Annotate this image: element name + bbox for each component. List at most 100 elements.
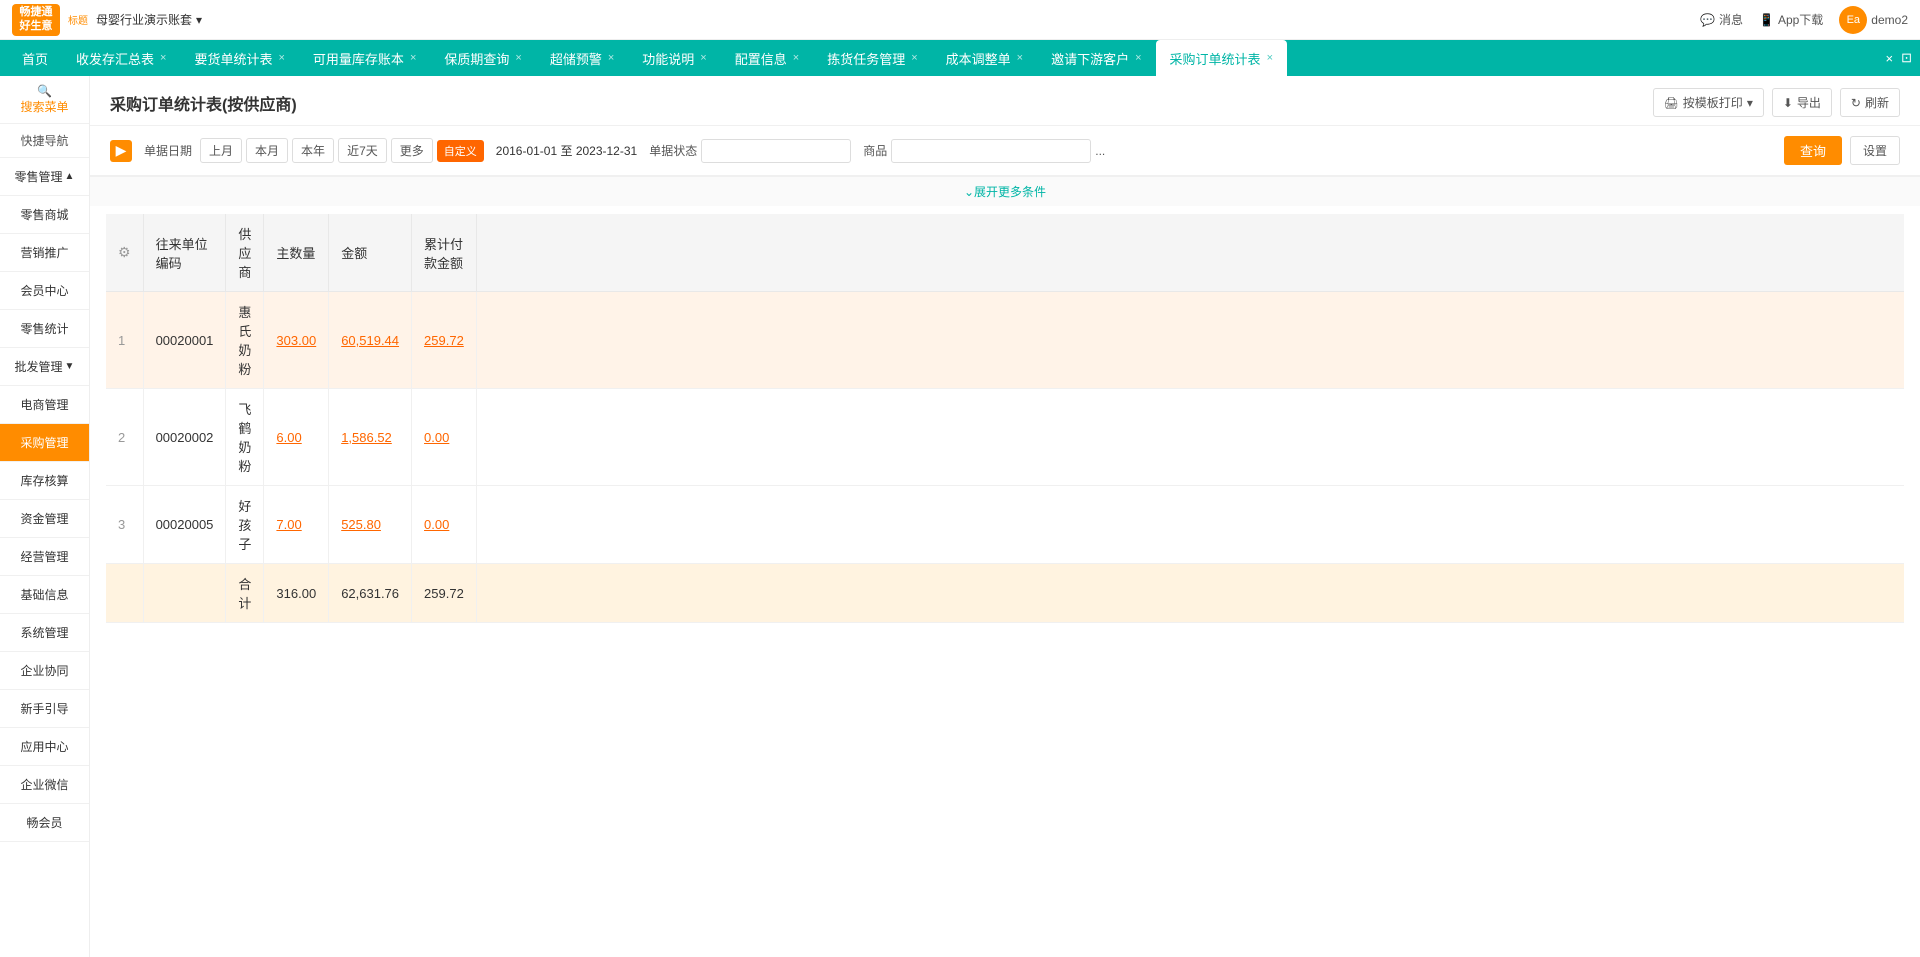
table-row[interactable]: 1 00020001 惠氏奶粉 303.00 60,519.44 259.72: [106, 292, 1904, 389]
tab-home[interactable]: 首页: [8, 40, 62, 76]
tab-close-inventory-book[interactable]: ×: [410, 52, 416, 64]
tab-overstock[interactable]: 超储预警 ×: [536, 40, 628, 76]
tab-inventory-book[interactable]: 可用量库存账本 ×: [299, 40, 430, 76]
tab-close-all-icon[interactable]: ×: [1886, 51, 1894, 66]
sidebar-item-ops-mgmt[interactable]: 经营管理: [0, 538, 89, 576]
btn-query[interactable]: 查询: [1784, 136, 1842, 165]
column-settings-icon[interactable]: ⚙: [118, 244, 131, 260]
date-btn-more[interactable]: 更多: [391, 138, 433, 163]
tab-close-pickup-task[interactable]: ×: [911, 52, 917, 64]
table-row[interactable]: 2 00020002 飞鹤奶粉 6.00 1,586.52 0.00: [106, 389, 1904, 486]
more-filter-btn[interactable]: ...: [1095, 144, 1105, 158]
td-num-1: 1: [106, 292, 143, 389]
sidebar-item-retail-stat[interactable]: 零售统计: [0, 310, 89, 348]
tab-config-info[interactable]: 配置信息 ×: [721, 40, 813, 76]
tab-pickup-task[interactable]: 拣货任务管理 ×: [813, 40, 931, 76]
message-btn[interactable]: 💬 消息: [1700, 11, 1743, 28]
amount-link-2[interactable]: 1,586.52: [341, 430, 392, 445]
workspace-name: 母婴行业演示账套: [96, 11, 192, 28]
sidebar-item-purchase-mgmt[interactable]: 采购管理: [0, 424, 89, 462]
sidebar-item-app-center[interactable]: 应用中心: [0, 728, 89, 766]
qty-link-2[interactable]: 6.00: [276, 430, 301, 445]
table-header-row: ⚙ 往来单位编码 供应商 主数量 金额 累计付款金额: [106, 214, 1904, 292]
expand-more-bar[interactable]: ⌄ 展开更多条件: [90, 176, 1920, 206]
sidebar-item-ecom-mgmt[interactable]: 电商管理: [0, 386, 89, 424]
sidebar-item-basic-info[interactable]: 基础信息: [0, 576, 89, 614]
user-avatar-area[interactable]: Ea demo2: [1839, 6, 1908, 34]
app-download-btn[interactable]: 📱 App下载: [1759, 11, 1823, 28]
tf-extra: [476, 564, 1904, 623]
tab-close-cost-adjust[interactable]: ×: [1017, 52, 1023, 64]
amount-link-1[interactable]: 60,519.44: [341, 333, 399, 348]
table-footer-row: 合计 316.00 62,631.76 259.72: [106, 564, 1904, 623]
goods-input[interactable]: [891, 139, 1091, 163]
table-row[interactable]: 3 00020005 好孩子 7.00 525.80 0.00: [106, 486, 1904, 564]
tab-order-stat[interactable]: 要货单统计表 ×: [180, 40, 298, 76]
btn-settings[interactable]: 设置: [1850, 136, 1900, 165]
sidebar-quick-nav[interactable]: 快捷导航: [0, 124, 89, 158]
tf-qty: 316.00: [264, 564, 329, 623]
sidebar-item-sys-mgmt[interactable]: 系统管理: [0, 614, 89, 652]
amount-link-3[interactable]: 525.80: [341, 517, 381, 532]
sidebar-search[interactable]: 🔍 搜索菜单: [0, 76, 89, 124]
tab-close-warranty[interactable]: ×: [515, 52, 521, 64]
sidebar-item-enterprise-wechat[interactable]: 企业微信: [0, 766, 89, 804]
tab-receive-send[interactable]: 收发存汇总表 ×: [62, 40, 180, 76]
btn-print[interactable]: 🖨 按模板打印 ▾: [1653, 88, 1764, 117]
sidebar-item-inventory-check[interactable]: 库存核算: [0, 462, 89, 500]
tab-close-purchase-stat[interactable]: ×: [1267, 52, 1273, 64]
tab-close-receive-send[interactable]: ×: [160, 52, 166, 64]
sidebar-item-vip-member[interactable]: 畅会员: [0, 804, 89, 842]
sidebar-item-wholesale-mgmt[interactable]: 批发管理 ▼: [0, 348, 89, 386]
date-custom-badge[interactable]: 自定义: [437, 140, 484, 162]
td-extra-1: [476, 292, 1904, 389]
workspace-selector[interactable]: 母婴行业演示账套 ▾: [96, 11, 202, 28]
tf-empty1: [106, 564, 143, 623]
filter-date-section: 单据日期 上月 本月 本年 近7天 更多 自定义: [144, 138, 484, 163]
paid-link-2[interactable]: 0.00: [424, 430, 449, 445]
tab-cost-adjust[interactable]: 成本调整单 ×: [932, 40, 1037, 76]
sidebar-item-member-center[interactable]: 会员中心: [0, 272, 89, 310]
tab-expand-icon[interactable]: ⊡: [1901, 50, 1912, 66]
tab-purchase-stat[interactable]: 采购订单统计表 ×: [1156, 40, 1287, 76]
td-supplier-2: 飞鹤奶粉: [226, 389, 264, 486]
btn-refresh[interactable]: ↻ 刷新: [1840, 88, 1900, 117]
date-btn-this-month[interactable]: 本月: [246, 138, 288, 163]
date-btn-this-year[interactable]: 本年: [292, 138, 334, 163]
paid-link-3[interactable]: 0.00: [424, 517, 449, 532]
tab-func-desc[interactable]: 功能说明 ×: [628, 40, 720, 76]
qty-link-3[interactable]: 7.00: [276, 517, 301, 532]
page: 采购订单统计表(按供应商) 🖨 按模板打印 ▾ ⬇ 导出 ↻ 刷新: [90, 76, 1920, 957]
status-select[interactable]: [701, 139, 851, 163]
date-btn-7days[interactable]: 近7天: [338, 138, 387, 163]
sidebar-item-retail-mgmt[interactable]: 零售管理 ▲: [0, 158, 89, 196]
td-paid-2: 0.00: [412, 389, 477, 486]
sidebar-item-enterprise-collab[interactable]: 企业协同: [0, 652, 89, 690]
sidebar-item-retail-mall[interactable]: 零售商城: [0, 196, 89, 234]
th-paid: 累计付款金额: [412, 214, 477, 292]
td-paid-1: 259.72: [412, 292, 477, 389]
paid-link-1[interactable]: 259.72: [424, 333, 464, 348]
expand-icon: ⌄: [964, 185, 974, 199]
date-btn-last-month[interactable]: 上月: [200, 138, 242, 163]
td-qty-2: 6.00: [264, 389, 329, 486]
tab-close-overstock[interactable]: ×: [608, 52, 614, 64]
td-num-2: 2: [106, 389, 143, 486]
td-extra-2: [476, 389, 1904, 486]
tab-close-invite-downstream[interactable]: ×: [1135, 52, 1141, 64]
qty-link-1[interactable]: 303.00: [276, 333, 316, 348]
tab-close-func-desc[interactable]: ×: [700, 52, 706, 64]
avatar: Ea: [1839, 6, 1867, 34]
sidebar-item-marketing[interactable]: 营销推广: [0, 234, 89, 272]
filter-toggle-btn[interactable]: ▶: [110, 140, 132, 162]
tab-warranty[interactable]: 保质期查询 ×: [430, 40, 535, 76]
btn-export[interactable]: ⬇ 导出: [1772, 88, 1832, 117]
sidebar-item-new-guide[interactable]: 新手引导: [0, 690, 89, 728]
sidebar-item-fund-mgmt[interactable]: 资金管理: [0, 500, 89, 538]
tab-close-config-info[interactable]: ×: [793, 52, 799, 64]
tab-close-order-stat[interactable]: ×: [278, 52, 284, 64]
td-amount-1: 60,519.44: [329, 292, 412, 389]
tab-invite-downstream[interactable]: 邀请下游客户 ×: [1037, 40, 1155, 76]
tf-paid: 259.72: [412, 564, 477, 623]
td-qty-3: 7.00: [264, 486, 329, 564]
